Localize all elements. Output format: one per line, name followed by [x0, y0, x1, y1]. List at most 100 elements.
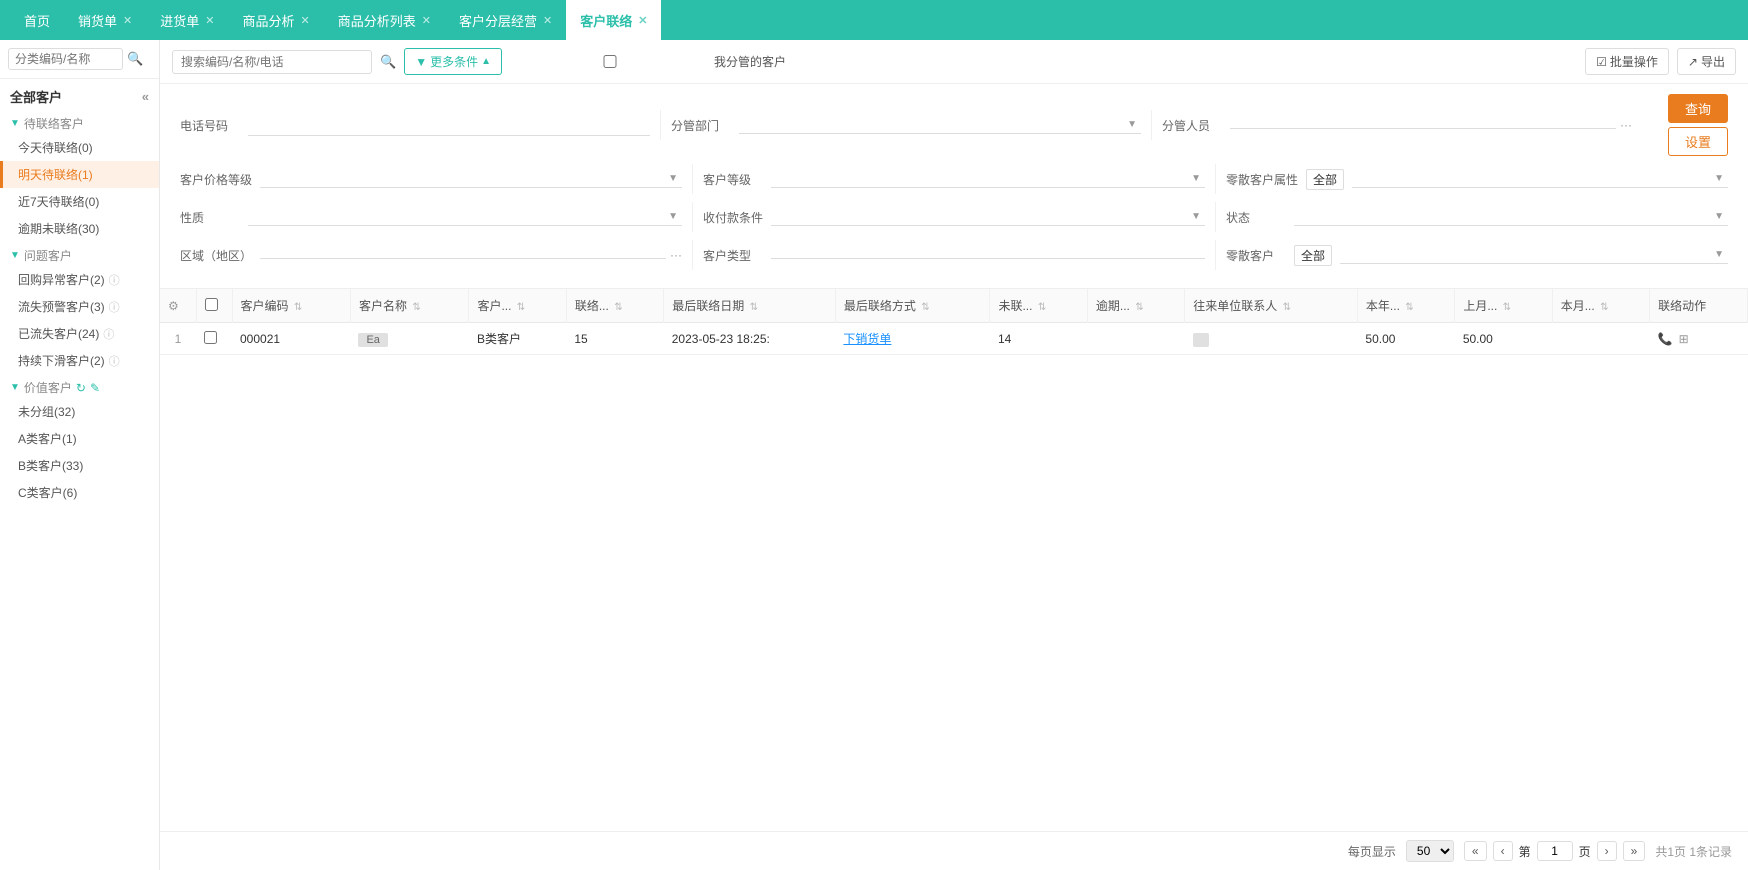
batch-operation-btn[interactable]: ☑ 批量操作 [1585, 48, 1669, 75]
dept-select[interactable]: ▼ [739, 116, 1141, 134]
sort-customer-code-icon[interactable]: ⇅ [294, 302, 302, 313]
page-size-select[interactable]: 50 [1406, 840, 1454, 862]
price-level-select[interactable]: ▼ [260, 170, 682, 188]
my-customers-check[interactable] [510, 55, 710, 68]
settings-col-header[interactable]: ⚙ [160, 289, 196, 323]
select-all-checkbox[interactable] [205, 298, 218, 311]
status-select[interactable]: ▼ [1294, 208, 1728, 226]
sidebar-item-overdue[interactable]: 逾期未联络(30) [0, 215, 159, 242]
row-checkbox[interactable] [204, 331, 217, 344]
customer-table: ⚙ 客户编码 ⇅ 客户名称 ⇅ [160, 289, 1748, 355]
customer-name-masked: Ea [358, 333, 387, 347]
sort-last-contact-method-icon[interactable]: ⇅ [921, 302, 929, 313]
refresh-value-icon[interactable]: ↻ [76, 381, 86, 395]
close-customer-segment-tab[interactable]: ✕ [543, 14, 552, 27]
nav-goods-analysis[interactable]: 商品分析 ✕ [228, 0, 323, 40]
my-customers-checkbox[interactable]: 我分管的客户 [510, 53, 786, 70]
all-customers-title: 全部客户 « [0, 79, 159, 110]
collapse-sidebar-icon[interactable]: « [142, 89, 149, 104]
sidebar-search-icon[interactable]: 🔍 [127, 51, 143, 67]
contact-cell: 15 [566, 323, 663, 355]
retail-customer-label: 零散客户 [1226, 247, 1286, 264]
sidebar-item-class-a[interactable]: A类客户(1) [0, 425, 159, 452]
person-select[interactable] [1230, 122, 1616, 129]
retail-attr-select[interactable]: ▼ [1352, 170, 1728, 188]
filter-cell-retail-attr: 零散客户属性 全部 ▼ [1226, 169, 1728, 190]
close-goods-analysis-tab[interactable]: ✕ [301, 14, 310, 27]
filter-cell-retail-customer: 零散客户 全部 ▼ [1226, 245, 1728, 266]
sidebar-item-class-c[interactable]: C类客户(6) [0, 479, 159, 506]
nav-purchase[interactable]: 进货单 ✕ [146, 0, 228, 40]
sidebar-item-continuous-decline[interactable]: 持续下滑客户(2) ⓘ [0, 347, 159, 374]
nav-home[interactable]: 首页 [10, 0, 64, 40]
last-contact-method-link[interactable]: 下销货单 [843, 332, 891, 346]
filter-bar-actions: ☑ 批量操作 ↗ 导出 [1585, 48, 1736, 75]
person-dots-icon[interactable]: ··· [1620, 118, 1632, 132]
sort-this-month-icon[interactable]: ⇅ [1600, 302, 1608, 313]
sort-this-year-icon[interactable]: ⇅ [1405, 302, 1413, 313]
sort-customer-type-icon[interactable]: ⇅ [517, 302, 525, 313]
info-icon-already-lost: ⓘ [103, 326, 114, 342]
next-page-btn[interactable]: › [1597, 841, 1617, 861]
first-page-btn[interactable]: « [1464, 841, 1487, 861]
search-input[interactable] [172, 50, 372, 74]
more-conditions-btn[interactable]: ▼ 更多条件 ▲ [404, 48, 502, 75]
sidebar-item-already-lost[interactable]: 已流失客户(24) ⓘ [0, 320, 159, 347]
region-select[interactable] [260, 252, 666, 259]
table-row: 1 000021 Ea B类客户 15 2023-05-23 18:25: 下销… [160, 323, 1748, 355]
sort-customer-name-icon[interactable]: ⇅ [412, 302, 420, 313]
sort-last-month-icon[interactable]: ⇅ [1503, 302, 1511, 313]
customer-level-select[interactable]: ▼ [771, 170, 1205, 188]
filter-cell-customer-level: 客户等级 ▼ [703, 170, 1205, 188]
retail-customer-select[interactable]: ▼ [1340, 246, 1728, 264]
region-dots-icon[interactable]: ··· [670, 248, 682, 262]
value-customers-group[interactable]: 价值客户 ↻ ✎ [0, 374, 159, 398]
close-goods-analysis-list-tab[interactable]: ✕ [422, 14, 431, 27]
sidebar-item-today[interactable]: 今天待联络(0) [0, 134, 159, 161]
filter-cell-person: 分管人员 ··· [1162, 117, 1632, 134]
search-bar-icon[interactable]: 🔍 [380, 54, 396, 70]
grid-action-icon[interactable]: ⊞ [1679, 332, 1689, 346]
page-number-input[interactable] [1537, 841, 1573, 861]
sort-overdue-icon[interactable]: ⇅ [1135, 302, 1143, 313]
sidebar-item-week[interactable]: 近7天待联络(0) [0, 188, 159, 215]
info-icon-rebuy: ⓘ [109, 272, 120, 288]
nature-select[interactable]: ▼ [248, 208, 682, 226]
sidebar-item-ungrouped[interactable]: 未分组(32) [0, 398, 159, 425]
divider-4 [1215, 164, 1216, 194]
sort-contact-icon[interactable]: ⇅ [614, 302, 622, 313]
query-button[interactable]: 查询 [1668, 94, 1728, 123]
close-sales-tab[interactable]: ✕ [123, 14, 132, 27]
nav-sales[interactable]: 销货单 ✕ [64, 0, 146, 40]
last-page-btn[interactable]: » [1623, 841, 1646, 861]
this-month-cell [1552, 323, 1649, 355]
table-header-row: ⚙ 客户编码 ⇅ 客户名称 ⇅ [160, 289, 1748, 323]
problem-customers-group[interactable]: 问题客户 [0, 242, 159, 266]
customer-type-select[interactable] [771, 252, 1205, 259]
nav-goods-analysis-list[interactable]: 商品分析列表 ✕ [324, 0, 445, 40]
sort-last-contact-date-icon[interactable]: ⇅ [750, 302, 758, 313]
export-btn[interactable]: ↗ 导出 [1677, 48, 1736, 75]
sidebar-item-class-b[interactable]: B类客户(33) [0, 452, 159, 479]
settings-button[interactable]: 设置 [1668, 127, 1728, 156]
sort-no-contact-icon[interactable]: ⇅ [1038, 302, 1046, 313]
sort-unit-contact-icon[interactable]: ⇅ [1283, 302, 1291, 313]
payment-select[interactable]: ▼ [771, 208, 1205, 226]
sidebar-item-tomorrow[interactable]: 明天待联络(1) [0, 161, 159, 188]
this-month-col-header: 本月... ⇅ [1552, 289, 1649, 323]
last-contact-date-col-header: 最后联络日期 ⇅ [664, 289, 836, 323]
phone-action-icon[interactable]: 📞 [1658, 332, 1673, 346]
nav-customer-contact[interactable]: 客户联络 ✕ [566, 0, 661, 40]
table-settings-icon[interactable]: ⚙ [168, 299, 179, 313]
sidebar-item-lost-risk[interactable]: 流失预警客户(3) ⓘ [0, 293, 159, 320]
prev-page-btn[interactable]: ‹ [1493, 841, 1513, 861]
edit-value-icon[interactable]: ✎ [90, 381, 100, 395]
pending-contact-group[interactable]: 待联络客户 [0, 110, 159, 134]
nav-customer-segment[interactable]: 客户分层经营 ✕ [445, 0, 566, 40]
close-customer-contact-tab[interactable]: ✕ [638, 14, 647, 27]
retail-customer-tag: 全部 [1294, 245, 1332, 266]
sidebar-search-input[interactable] [8, 48, 123, 70]
sidebar-item-rebuy-abnormal[interactable]: 回购异常客户(2) ⓘ [0, 266, 159, 293]
close-purchase-tab[interactable]: ✕ [205, 14, 214, 27]
phone-input[interactable] [248, 115, 650, 136]
